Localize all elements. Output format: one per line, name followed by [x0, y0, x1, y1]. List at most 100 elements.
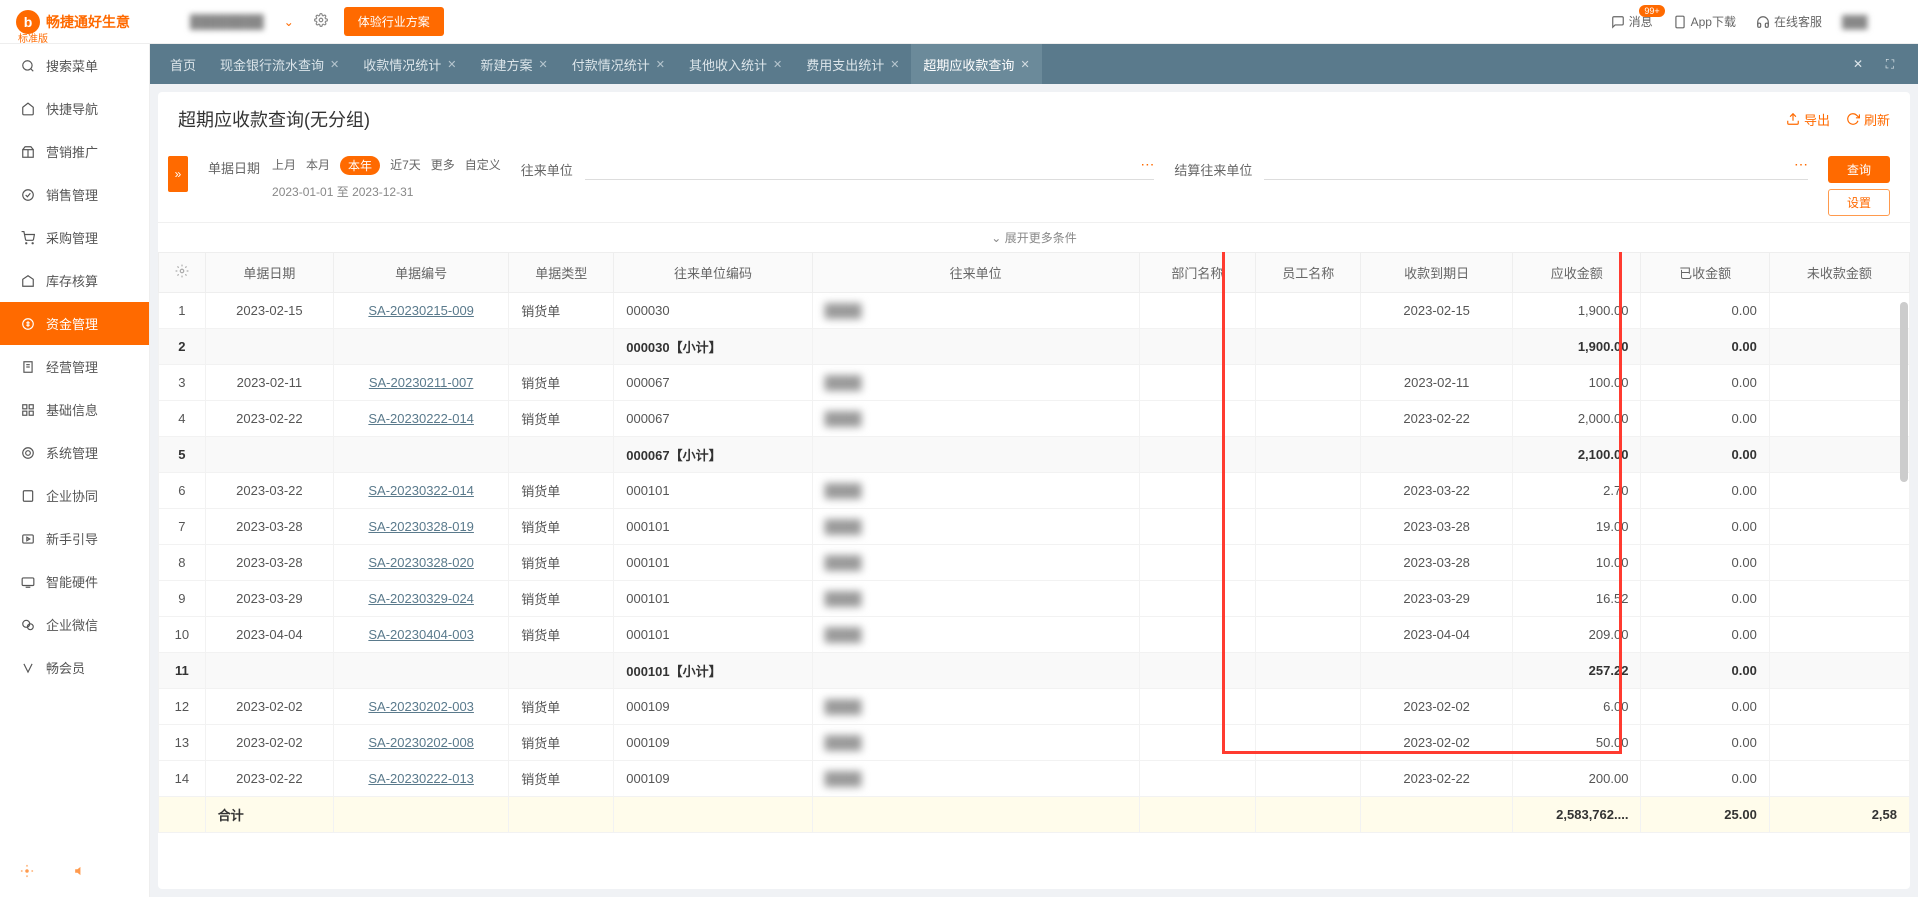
close-icon[interactable]: ✕: [1020, 58, 1029, 71]
sidebar-item-cart[interactable]: 采购管理: [0, 216, 149, 259]
table-row: 132023-02-02SA-20230202-008销货单000109████…: [159, 725, 1910, 761]
vertical-scrollbar[interactable]: [1900, 302, 1908, 482]
v-icon: [20, 660, 36, 676]
tab-3[interactable]: 新建方案✕: [468, 44, 559, 84]
sidebar-item-search[interactable]: 搜索菜单: [0, 44, 149, 87]
sidebar-item-label: 销售管理: [46, 185, 98, 204]
close-all-tabs-icon[interactable]: ✕: [1846, 52, 1870, 76]
export-button[interactable]: 导出: [1786, 110, 1830, 129]
settle-partner-filter-label: 结算往来单位: [1174, 158, 1252, 179]
close-icon[interactable]: ✕: [539, 58, 548, 71]
cart-icon: [20, 230, 36, 246]
close-icon[interactable]: ✕: [890, 58, 899, 71]
close-icon[interactable]: ✕: [447, 58, 456, 71]
sidebar-item-v[interactable]: 畅会员: [0, 646, 149, 689]
total-row: 合计 2,583,762.... 25.00 2,58: [159, 797, 1910, 833]
doc-link[interactable]: SA-20230322-014: [368, 483, 474, 498]
app-download-link[interactable]: App下载: [1673, 13, 1736, 30]
date-preset-0[interactable]: 上月: [272, 156, 296, 175]
settings-button[interactable]: 设置: [1828, 189, 1890, 216]
gift-icon: [20, 144, 36, 160]
sidebar-item-play[interactable]: 新手引导: [0, 517, 149, 560]
sidebar-item-coin[interactable]: 资金管理: [0, 302, 149, 345]
sidebar-item-tablet[interactable]: 企业协同: [0, 474, 149, 517]
tab-5[interactable]: 其他收入统计✕: [677, 44, 794, 84]
total-rcv: 25.00: [1641, 797, 1769, 833]
home-icon: [20, 101, 36, 117]
sidebar-item-gift[interactable]: 营销推广: [0, 130, 149, 173]
sidebar-sound-icon[interactable]: [74, 864, 88, 881]
settle-partner-input[interactable]: ⋯: [1264, 156, 1808, 180]
tab-7[interactable]: 超期应收款查询✕: [911, 44, 1041, 84]
tab-0[interactable]: 首页: [158, 44, 208, 84]
settle-partner-more-icon[interactable]: ⋯: [1794, 156, 1808, 173]
partner-input[interactable]: ⋯: [585, 156, 1155, 180]
tab-6[interactable]: 费用支出统计✕: [794, 44, 911, 84]
expand-conditions-button[interactable]: ⌄ 展开更多条件: [158, 222, 1910, 252]
sidebar-item-badge[interactable]: 销售管理: [0, 173, 149, 216]
col-header-2: 单据编号: [334, 253, 509, 293]
doc-link[interactable]: SA-20230329-024: [368, 591, 474, 606]
tab-1[interactable]: 现金银行流水查询✕: [208, 44, 351, 84]
fullscreen-icon[interactable]: ⛶: [1878, 52, 1902, 76]
doc-link[interactable]: SA-20230328-019: [368, 519, 474, 534]
chevron-down-icon[interactable]: ⌄: [284, 15, 294, 29]
date-preset-5[interactable]: 自定义: [465, 156, 501, 175]
query-button[interactable]: 查询: [1828, 156, 1890, 183]
close-icon[interactable]: ✕: [330, 58, 339, 71]
sidebar-item-doc[interactable]: 经营管理: [0, 345, 149, 388]
collapse-filter-button[interactable]: »: [168, 156, 188, 192]
col-header-3: 单据类型: [509, 253, 614, 293]
messages-link[interactable]: 消息 99+: [1611, 13, 1653, 30]
online-service-link[interactable]: 在线客服: [1756, 13, 1822, 30]
col-header-1: 单据日期: [205, 253, 333, 293]
top-header: b 畅捷通好生意 标准版 ████████ ⌄ 体验行业方案 消息 99+ Ap…: [0, 0, 1918, 44]
doc-link[interactable]: SA-20230328-020: [368, 555, 474, 570]
filter-bar: » 单据日期 上月本月本年近7天更多自定义 2023-01-01 至 2023-…: [158, 146, 1910, 222]
tablet-icon: [20, 488, 36, 504]
tab-label: 收款情况统计: [363, 55, 441, 74]
date-preset-3[interactable]: 近7天: [390, 156, 421, 175]
table-row: 42023-02-22SA-20230222-014销货单000067████2…: [159, 401, 1910, 437]
date-preset-1[interactable]: 本月: [306, 156, 330, 175]
close-icon[interactable]: ✕: [773, 58, 782, 71]
doc-link[interactable]: SA-20230222-014: [368, 411, 474, 426]
gear-icon[interactable]: [175, 264, 189, 278]
doc-link[interactable]: SA-20230202-008: [368, 735, 474, 750]
table-row: 62023-03-22SA-20230322-014销货单000101████2…: [159, 473, 1910, 509]
sidebar-item-tv[interactable]: 智能硬件: [0, 560, 149, 603]
sidebar-settings-icon[interactable]: [20, 864, 34, 881]
refresh-button[interactable]: 刷新: [1846, 110, 1890, 129]
doc-link[interactable]: SA-20230222-013: [368, 771, 474, 786]
doc-link[interactable]: SA-20230404-003: [368, 627, 474, 642]
date-preset-2[interactable]: 本年: [340, 156, 380, 175]
experience-plan-button[interactable]: 体验行业方案: [344, 7, 444, 36]
sidebar-item-house[interactable]: 库存核算: [0, 259, 149, 302]
phone-icon: [1673, 15, 1687, 29]
house-icon: [20, 273, 36, 289]
page-panel: 超期应收款查询(无分组) 导出 刷新 » 单据日期: [158, 92, 1910, 889]
total-label: 合计: [205, 797, 333, 833]
tab-label: 付款情况统计: [572, 55, 650, 74]
partner-more-icon[interactable]: ⋯: [1140, 156, 1154, 173]
sidebar-item-ring[interactable]: 系统管理: [0, 431, 149, 474]
table-row: 82023-03-28SA-20230328-020销货单000101████2…: [159, 545, 1910, 581]
doc-link[interactable]: SA-20230215-009: [368, 303, 474, 318]
company-name-blurred[interactable]: ████████: [190, 14, 264, 29]
headset-icon: [1756, 15, 1770, 29]
page-title: 超期应收款查询(无分组): [178, 106, 370, 132]
doc-icon: [20, 359, 36, 375]
doc-link[interactable]: SA-20230202-003: [368, 699, 474, 714]
gear-icon[interactable]: [314, 13, 328, 30]
doc-link[interactable]: SA-20230211-007: [369, 375, 474, 390]
user-avatar-blurred[interactable]: ███: [1842, 15, 1902, 29]
sidebar-item-home[interactable]: 快捷导航: [0, 87, 149, 130]
sidebar-item-grid[interactable]: 基础信息: [0, 388, 149, 431]
date-preset-4[interactable]: 更多: [431, 156, 455, 175]
tab-2[interactable]: 收款情况统计 ✕: [351, 44, 468, 84]
total-unrcv: 2,58: [1769, 797, 1909, 833]
date-range-value: 2023-01-01 至 2023-12-31: [272, 183, 413, 200]
sidebar-item-wechat[interactable]: 企业微信: [0, 603, 149, 646]
close-icon[interactable]: ✕: [656, 58, 665, 71]
tab-4[interactable]: 付款情况统计 ✕: [560, 44, 677, 84]
